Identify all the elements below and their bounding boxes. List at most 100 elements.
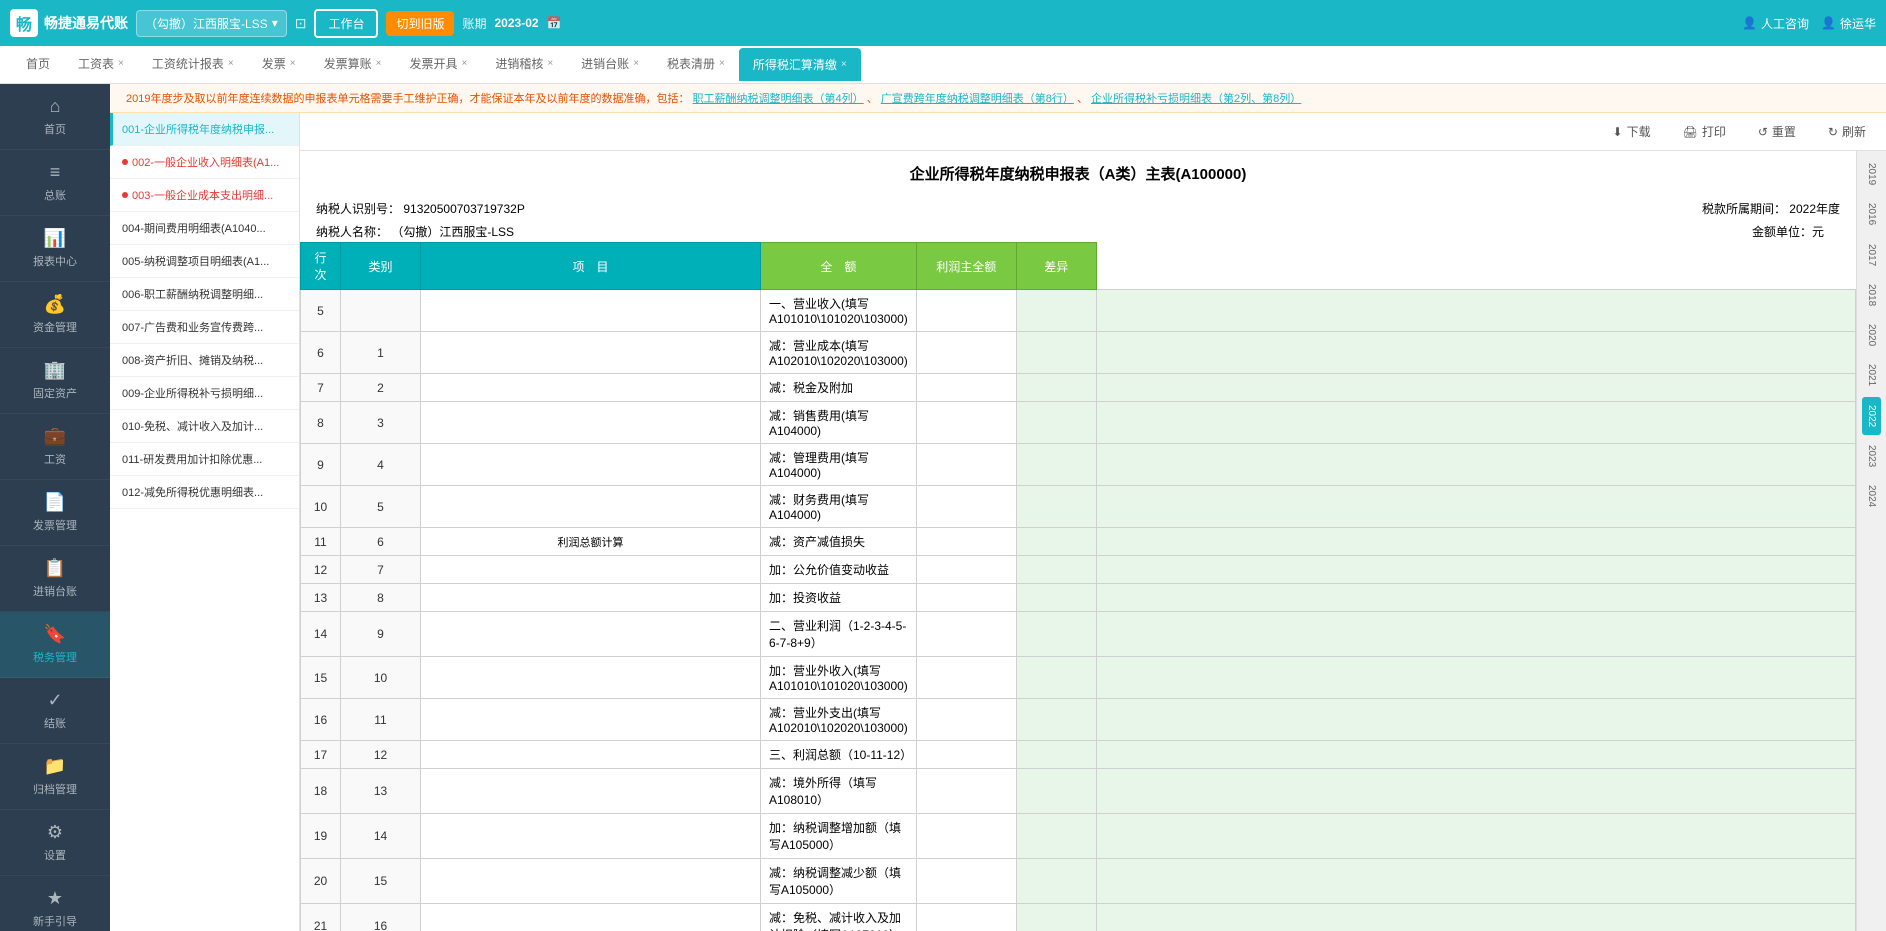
refresh-button[interactable]: ↻ 刷新: [1820, 119, 1874, 144]
tab-sales-ledger[interactable]: 进销台账 ×: [567, 47, 653, 82]
year-2019[interactable]: 2019: [1862, 155, 1881, 193]
workspace-button[interactable]: 工作台: [314, 9, 378, 38]
cell-amount[interactable]: [916, 741, 1016, 769]
tab-sales-check[interactable]: 进销稽核 ×: [481, 47, 567, 82]
tab-payroll[interactable]: 工资表 ×: [64, 47, 138, 82]
tab-home[interactable]: 首页: [12, 47, 64, 82]
cell-amount[interactable]: [916, 290, 1016, 332]
year-2022[interactable]: 2022: [1862, 397, 1881, 435]
close-icon[interactable]: ×: [118, 58, 124, 69]
calendar-icon[interactable]: 📅: [547, 16, 562, 30]
tab-tax-clear[interactable]: 税表清册 ×: [653, 47, 739, 82]
sidebar-item-settle[interactable]: ✓ 结账: [0, 678, 110, 744]
close-icon[interactable]: ×: [290, 58, 296, 69]
list-item-011[interactable]: 011-研发费用加计扣除优惠...: [110, 443, 299, 476]
cell-amount[interactable]: [916, 584, 1016, 612]
cell-amount[interactable]: [916, 486, 1016, 528]
link-loss-adj[interactable]: 企业所得税补亏损明细表（第2列、第8列）: [1091, 93, 1301, 105]
year-2024[interactable]: 2024: [1862, 477, 1881, 515]
user-profile[interactable]: 👤 徐运华: [1821, 15, 1876, 32]
sidebar-item-sales[interactable]: 📋 进销台账: [0, 546, 110, 612]
company-selector[interactable]: （勾撤）江西服宝-LSS ▾: [136, 10, 287, 37]
sidebar-item-reports[interactable]: 📊 报表中心: [0, 216, 110, 282]
cell-amount[interactable]: [916, 528, 1016, 556]
logo-icon: 畅: [10, 9, 38, 37]
reset-button[interactable]: ↺ 重置: [1750, 119, 1804, 144]
cell-amount[interactable]: [916, 374, 1016, 402]
year-sidebar: 2019 2016 2017 2018 2020 2021 2022 2023 …: [1856, 151, 1886, 931]
cell-amount[interactable]: [916, 814, 1016, 859]
list-item-005[interactable]: 005-纳税调整项目明细表(A1...: [110, 245, 299, 278]
cell-amount[interactable]: [916, 769, 1016, 814]
cell-amount[interactable]: [916, 859, 1016, 904]
tab-payroll-stats[interactable]: 工资统计报表 ×: [138, 47, 248, 82]
cell-item: 减：资产减值损失: [761, 528, 917, 556]
cell-amount[interactable]: [916, 556, 1016, 584]
tab-invoice[interactable]: 发票 ×: [248, 47, 310, 82]
user-icon: 👤: [1821, 16, 1836, 30]
tab-invoice-calc[interactable]: 发票算账 ×: [310, 47, 396, 82]
list-item-010[interactable]: 010-免税、减计收入及加计...: [110, 410, 299, 443]
year-2021[interactable]: 2021: [1862, 356, 1881, 394]
cell-amount[interactable]: [916, 657, 1016, 699]
link-payroll-adj[interactable]: 职工薪酬纳税调整明细表（第4列）: [693, 93, 864, 105]
cell-category: [421, 612, 761, 657]
list-item-002[interactable]: 002-一般企业收入明细表(A1...: [110, 146, 299, 179]
tab-income-tax[interactable]: 所得税汇算清缴 ×: [739, 48, 861, 81]
list-item-004[interactable]: 004-期间费用明细表(A1040...: [110, 212, 299, 245]
close-icon[interactable]: ×: [841, 59, 847, 70]
sidebar-item-archive[interactable]: 📁 归档管理: [0, 744, 110, 810]
sidebar-item-settings[interactable]: ⚙ 设置: [0, 810, 110, 876]
year-2016[interactable]: 2016: [1862, 195, 1881, 233]
close-icon[interactable]: ×: [633, 58, 639, 69]
list-item-009[interactable]: 009-企业所得税补亏损明细...: [110, 377, 299, 410]
close-icon[interactable]: ×: [547, 58, 553, 69]
sidebar-item-home[interactable]: ⌂ 首页: [0, 84, 110, 150]
taxpayer-id-label: 纳税人识别号：: [316, 202, 400, 216]
taxpayer-name-value: （勾撤）江西服宝-LSS: [391, 225, 514, 239]
cell-row-index: 11: [301, 528, 341, 556]
cell-row-index: 16: [301, 699, 341, 741]
sidebar-item-payroll[interactable]: 💼 工资: [0, 414, 110, 480]
year-2018[interactable]: 2018: [1862, 276, 1881, 314]
tax-period-label: 税款所属期间：: [1702, 202, 1786, 216]
cell-num: 3: [341, 402, 421, 444]
cell-item: 减：税金及附加: [761, 374, 917, 402]
year-2020[interactable]: 2020: [1862, 316, 1881, 354]
cell-item: 加：营业外收入(填写A101010\101020\103000): [761, 657, 917, 699]
print-button[interactable]: 🖨 打印: [1675, 119, 1734, 144]
year-2023[interactable]: 2023: [1862, 437, 1881, 475]
close-icon[interactable]: ×: [228, 58, 234, 69]
cell-amount[interactable]: [916, 332, 1016, 374]
cell-amount[interactable]: [916, 402, 1016, 444]
cell-amount[interactable]: [916, 904, 1016, 931]
sidebar-item-fund[interactable]: 💰 资金管理: [0, 282, 110, 348]
top-right-area: 👤 人工咨询 👤 徐运华: [1742, 15, 1876, 32]
sidebar-item-ledger[interactable]: ≡ 总账: [0, 150, 110, 216]
list-item-008[interactable]: 008-资产折旧、摊销及纳税...: [110, 344, 299, 377]
download-button[interactable]: ⬇ 下载: [1605, 119, 1659, 144]
sidebar-item-guide[interactable]: ★ 新手引导: [0, 876, 110, 931]
tab-invoice-open[interactable]: 发票开具 ×: [395, 47, 481, 82]
cell-amount[interactable]: [916, 699, 1016, 741]
main-layout: ⌂ 首页 ≡ 总账 📊 报表中心 💰 资金管理 🏢 固定资产 💼 工资 📄 发票…: [0, 84, 1886, 931]
cell-item: 二、营业利润（1-2-3-4-5-6-7-8+9）: [761, 612, 917, 657]
sidebar-item-assets[interactable]: 🏢 固定资产: [0, 348, 110, 414]
close-icon[interactable]: ×: [719, 58, 725, 69]
sidebar-item-tax[interactable]: 🔖 税务管理: [0, 612, 110, 678]
close-icon[interactable]: ×: [376, 58, 382, 69]
list-item-001[interactable]: 001-企业所得税年度纳税申报...: [110, 113, 299, 146]
year-2017[interactable]: 2017: [1862, 236, 1881, 274]
link-ad-adj[interactable]: 广宣费跨年度纳税调整明细表（第8行）: [881, 93, 1074, 105]
switch-old-version-button[interactable]: 切到旧版: [386, 11, 454, 36]
sidebar-item-invoice[interactable]: 📄 发票管理: [0, 480, 110, 546]
cell-amount[interactable]: [916, 444, 1016, 486]
list-item-007[interactable]: 007-广告费和业务宣传费跨...: [110, 311, 299, 344]
list-item-006[interactable]: 006-职工薪酬纳税调整明细...: [110, 278, 299, 311]
close-icon[interactable]: ×: [461, 58, 467, 69]
list-item-012[interactable]: 012-减免所得税优惠明细表...: [110, 476, 299, 509]
ai-consult-button[interactable]: 👤 人工咨询: [1742, 15, 1809, 32]
copy-icon[interactable]: ⊡: [295, 15, 307, 32]
list-item-003[interactable]: 003-一般企业成本支出明细...: [110, 179, 299, 212]
cell-amount[interactable]: [916, 612, 1016, 657]
